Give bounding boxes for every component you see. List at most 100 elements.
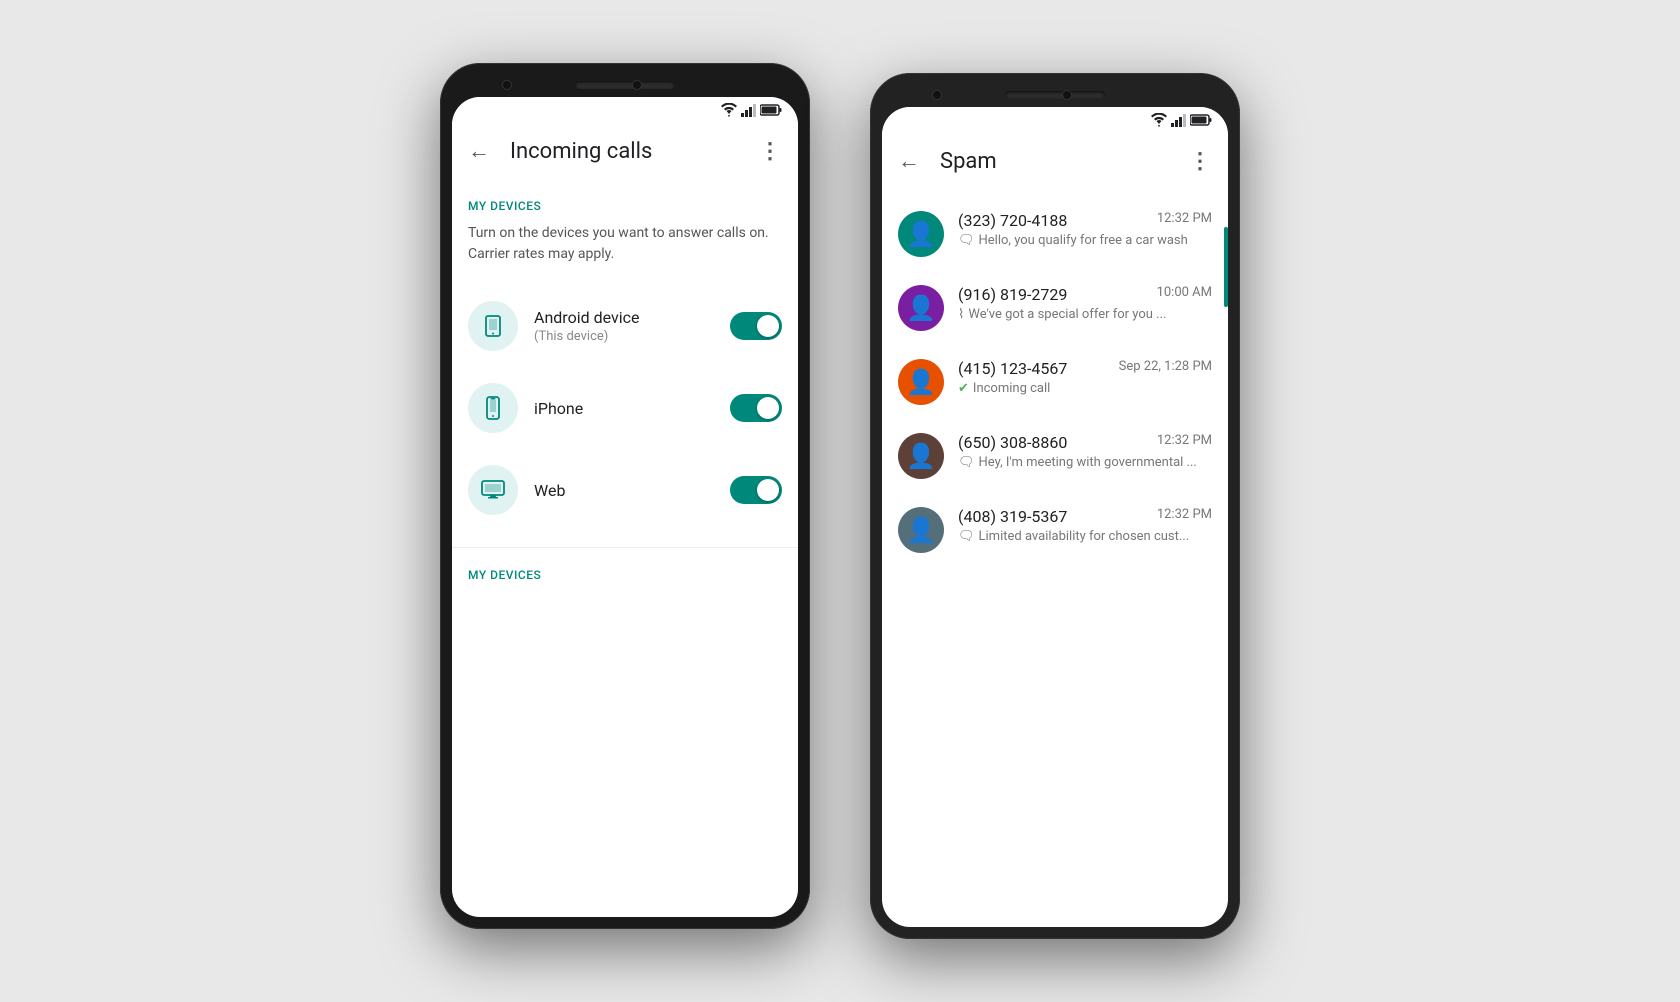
wifi-icon [720, 103, 738, 117]
iphone-icon [480, 395, 506, 421]
device-icon-web [468, 465, 518, 515]
spam-item-4[interactable]: 👤 (650) 308-8860 12:32 PM 🗨 Hey, I'm mee… [882, 419, 1228, 493]
spam-item-3[interactable]: 👤 (415) 123-4567 Sep 22, 1:28 PM ✔ Incom… [882, 345, 1228, 419]
toggle-thumb-web [757, 479, 779, 501]
contact-icon-5: 👤 [906, 516, 936, 544]
section-header-my-devices: MY DEVICES [452, 179, 798, 219]
spam-preview-text-1: Hello, you qualify for free a car wash [979, 233, 1188, 248]
spam-time-2: 10:00 AM [1157, 285, 1212, 300]
status-icons-left [720, 103, 782, 117]
contact-icon-2: 👤 [906, 294, 936, 322]
message-icon-4: 🗨 [958, 455, 975, 470]
device-name-android: Android device [534, 308, 714, 327]
spam-preview-5: 🗨 Limited availability for chosen cust..… [958, 529, 1212, 544]
device-item-iphone[interactable]: iPhone [452, 367, 798, 449]
spam-content-1: (323) 720-4188 12:32 PM 🗨 Hello, you qua… [958, 211, 1212, 248]
device-text-iphone: iPhone [534, 399, 714, 418]
device-name-web: Web [534, 481, 714, 500]
spam-content-3: (415) 123-4567 Sep 22, 1:28 PM ✔ Incomin… [958, 359, 1212, 396]
app-bar-right: ← Spam ⋮ [882, 133, 1228, 189]
avatar-1: 👤 [898, 211, 944, 257]
status-bar-right [882, 107, 1228, 133]
camera-right-icon [632, 80, 642, 90]
left-phone: ← Incoming calls ⋮ MY DEVICES Turn on th… [440, 63, 810, 929]
toggle-track-web [730, 476, 782, 504]
spam-number-1: (323) 720-4188 [958, 211, 1067, 230]
spam-content-2: (916) 819-2729 10:00 AM ⌇ We've got a sp… [958, 285, 1212, 322]
camera-left-icon-right [932, 90, 942, 100]
spam-preview-text-2: We've got a special offer for you ... [968, 307, 1166, 322]
more-menu-right[interactable]: ⋮ [1189, 149, 1212, 174]
status-bar-left [452, 97, 798, 123]
camera-left-icon [502, 80, 512, 90]
spam-preview-4: 🗨 Hey, I'm meeting with governmental ... [958, 455, 1212, 470]
wifi-icon-right [1150, 113, 1168, 127]
spam-top-row-5: (408) 319-5367 12:32 PM [958, 507, 1212, 526]
left-phone-screen: ← Incoming calls ⋮ MY DEVICES Turn on th… [452, 97, 798, 917]
spam-item-1[interactable]: 👤 (323) 720-4188 12:32 PM 🗨 Hello, you q… [882, 197, 1228, 271]
toggle-web[interactable] [730, 476, 782, 504]
contact-icon-4: 👤 [906, 442, 936, 470]
section-header-my-devices-2: MY DEVICES [452, 547, 798, 588]
spam-top-row-2: (916) 819-2729 10:00 AM [958, 285, 1212, 304]
back-button-left[interactable]: ← [468, 138, 490, 164]
section-description: Turn on the devices you want to answer c… [452, 219, 798, 285]
avatar-2: 👤 [898, 285, 944, 331]
back-button-right[interactable]: ← [898, 148, 920, 174]
device-icon-iphone [468, 383, 518, 433]
spam-preview-1: 🗨 Hello, you qualify for free a car wash [958, 233, 1212, 248]
spam-number-4: (650) 308-8860 [958, 433, 1067, 452]
spam-item-5[interactable]: 👤 (408) 319-5367 12:32 PM 🗨 Limited avai… [882, 493, 1228, 567]
toggle-iphone[interactable] [730, 394, 782, 422]
device-text-android: Android device (This device) [534, 308, 714, 344]
speaker-grille-right [1005, 91, 1105, 99]
device-item-web[interactable]: Web [452, 449, 798, 531]
device-icon-android [468, 301, 518, 351]
spam-preview-text-5: Limited availability for chosen cust... [979, 529, 1190, 544]
spam-item-2[interactable]: 👤 (916) 819-2729 10:00 AM ⌇ We've got a … [882, 271, 1228, 345]
spam-top-row-4: (650) 308-8860 12:32 PM [958, 433, 1212, 452]
right-phone: ← Spam ⋮ 👤 (323) 720-4188 12:32 PM [870, 73, 1240, 939]
spam-content-5: (408) 319-5367 12:32 PM 🗨 Limited availa… [958, 507, 1212, 544]
signal-icon-right [1171, 113, 1187, 127]
spam-content-4: (650) 308-8860 12:32 PM 🗨 Hey, I'm meeti… [958, 433, 1212, 470]
battery-icon-right [1190, 114, 1212, 126]
toggle-track-iphone [730, 394, 782, 422]
spam-time-5: 12:32 PM [1157, 507, 1212, 522]
message-icon-1: 🗨 [958, 233, 975, 248]
phone-icon [480, 313, 506, 339]
toggle-thumb-iphone [757, 397, 779, 419]
spam-top-row-3: (415) 123-4567 Sep 22, 1:28 PM [958, 359, 1212, 378]
avatar-4: 👤 [898, 433, 944, 479]
spam-top-row-1: (323) 720-4188 12:32 PM [958, 211, 1212, 230]
spam-preview-2: ⌇ We've got a special offer for you ... [958, 307, 1212, 322]
avatar-3: 👤 [898, 359, 944, 405]
app-bar-left: ← Incoming calls ⋮ [452, 123, 798, 179]
device-item-android[interactable]: Android device (This device) [452, 285, 798, 367]
speaker-grille-left [575, 81, 675, 89]
contact-icon-3: 👤 [906, 368, 936, 396]
message-icon-5: 🗨 [958, 529, 975, 544]
spam-list: 👤 (323) 720-4188 12:32 PM 🗨 Hello, you q… [882, 189, 1228, 575]
battery-icon [760, 104, 782, 116]
spam-time-3: Sep 22, 1:28 PM [1119, 359, 1212, 374]
contact-icon-1: 👤 [906, 220, 936, 248]
status-icons-right [1150, 113, 1212, 127]
phones-container: ← Incoming calls ⋮ MY DEVICES Turn on th… [420, 43, 1260, 959]
device-name-iphone: iPhone [534, 399, 714, 418]
right-phone-screen: ← Spam ⋮ 👤 (323) 720-4188 12:32 PM [882, 107, 1228, 927]
signal-icon [741, 103, 757, 117]
spam-preview-text-3: Incoming call [973, 381, 1050, 396]
device-text-web: Web [534, 481, 714, 500]
spam-number-2: (916) 819-2729 [958, 285, 1067, 304]
toggle-thumb-android [757, 315, 779, 337]
page-title-left: Incoming calls [510, 139, 759, 164]
more-menu-left[interactable]: ⋮ [759, 139, 782, 164]
spam-number-3: (415) 123-4567 [958, 359, 1067, 378]
camera-right-icon-right [1062, 90, 1072, 100]
monitor-icon [480, 477, 506, 503]
toggle-android[interactable] [730, 312, 782, 340]
scrollbar-indicator [1224, 227, 1228, 307]
spam-preview-text-4: Hey, I'm meeting with governmental ... [979, 455, 1197, 470]
voicemail-icon-2: ⌇ [958, 307, 964, 322]
